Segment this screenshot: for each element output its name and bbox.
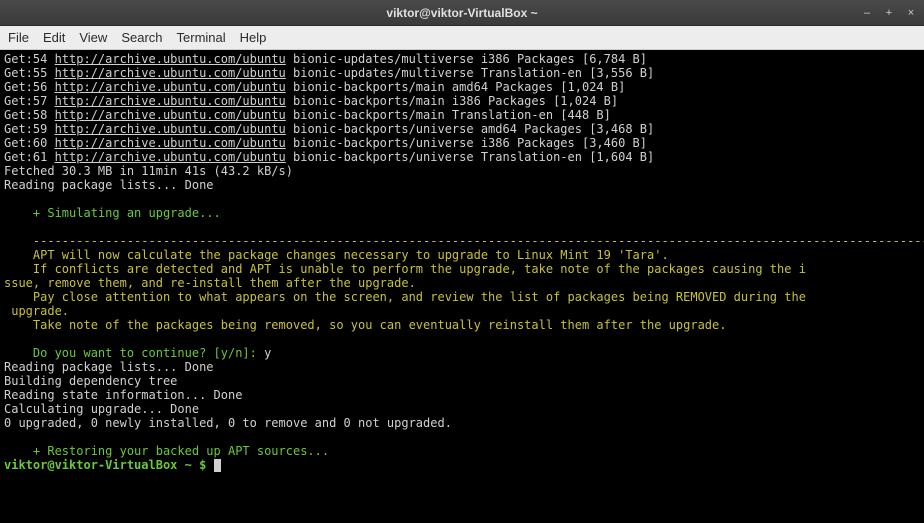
cursor-icon (214, 459, 221, 472)
menu-help[interactable]: Help (240, 30, 267, 45)
apt-url[interactable]: http://archive.ubuntu.com/ubuntu (55, 122, 286, 136)
terminal-line: Building dependency tree (4, 374, 920, 388)
terminal-line: Get:60 http://archive.ubuntu.com/ubuntu … (4, 136, 920, 150)
terminal-line: Get:57 http://archive.ubuntu.com/ubuntu … (4, 94, 920, 108)
terminal-line: Get:61 http://archive.ubuntu.com/ubuntu … (4, 150, 920, 164)
terminal-line: Get:58 http://archive.ubuntu.com/ubuntu … (4, 108, 920, 122)
minimize-button[interactable]: – (860, 6, 874, 20)
apt-url[interactable]: http://archive.ubuntu.com/ubuntu (55, 108, 286, 122)
terminal-line: Get:55 http://archive.ubuntu.com/ubuntu … (4, 66, 920, 80)
terminal-line: Calculating upgrade... Done (4, 402, 920, 416)
apt-url[interactable]: http://archive.ubuntu.com/ubuntu (55, 94, 286, 108)
terminal-line: Reading package lists... Done (4, 360, 920, 374)
menu-edit[interactable]: Edit (43, 30, 65, 45)
terminal-line: ssue, remove them, and re-install them a… (4, 276, 920, 290)
terminal-line: Reading state information... Done (4, 388, 920, 402)
terminal-line: + Simulating an upgrade... (4, 206, 920, 220)
menubar: File Edit View Search Terminal Help (0, 26, 924, 50)
terminal-line: upgrade. (4, 304, 920, 318)
terminal-line: Pay close attention to what appears on t… (4, 290, 920, 304)
terminal-line: Reading package lists... Done (4, 178, 920, 192)
apt-url[interactable]: http://archive.ubuntu.com/ubuntu (55, 150, 286, 164)
terminal-line: If conflicts are detected and APT is una… (4, 262, 920, 276)
terminal-window: viktor@viktor-VirtualBox ~ – + × File Ed… (0, 0, 924, 523)
terminal-line: Do you want to continue? [y/n]: y (4, 346, 920, 360)
menu-search[interactable]: Search (121, 30, 162, 45)
terminal-line: Get:56 http://archive.ubuntu.com/ubuntu … (4, 80, 920, 94)
close-button[interactable]: × (904, 6, 918, 20)
terminal-line: ----------------------------------------… (4, 234, 920, 248)
prompt-line[interactable]: viktor@viktor-VirtualBox ~ $ (4, 458, 920, 472)
terminal-line (4, 192, 920, 206)
window-title: viktor@viktor-VirtualBox ~ (386, 6, 537, 20)
window-controls: – + × (860, 6, 918, 20)
apt-url[interactable]: http://archive.ubuntu.com/ubuntu (55, 66, 286, 80)
terminal-line (4, 430, 920, 444)
terminal-line: APT will now calculate the package chang… (4, 248, 920, 262)
terminal-line (4, 332, 920, 346)
shell-prompt: viktor@viktor-VirtualBox ~ $ (4, 458, 214, 472)
apt-url[interactable]: http://archive.ubuntu.com/ubuntu (55, 80, 286, 94)
menu-terminal[interactable]: Terminal (177, 30, 226, 45)
maximize-button[interactable]: + (882, 6, 896, 20)
menu-file[interactable]: File (8, 30, 29, 45)
terminal-output[interactable]: Get:54 http://archive.ubuntu.com/ubuntu … (0, 50, 924, 523)
window-titlebar[interactable]: viktor@viktor-VirtualBox ~ – + × (0, 0, 924, 26)
terminal-line: Fetched 30.3 MB in 11min 41s (43.2 kB/s) (4, 164, 920, 178)
terminal-line: + Restoring your backed up APT sources..… (4, 444, 920, 458)
terminal-line (4, 220, 920, 234)
terminal-line: Get:59 http://archive.ubuntu.com/ubuntu … (4, 122, 920, 136)
terminal-line: 0 upgraded, 0 newly installed, 0 to remo… (4, 416, 920, 430)
apt-url[interactable]: http://archive.ubuntu.com/ubuntu (55, 52, 286, 66)
terminal-line: Get:54 http://archive.ubuntu.com/ubuntu … (4, 52, 920, 66)
apt-url[interactable]: http://archive.ubuntu.com/ubuntu (55, 136, 286, 150)
terminal-line: Take note of the packages being removed,… (4, 318, 920, 332)
menu-view[interactable]: View (79, 30, 107, 45)
